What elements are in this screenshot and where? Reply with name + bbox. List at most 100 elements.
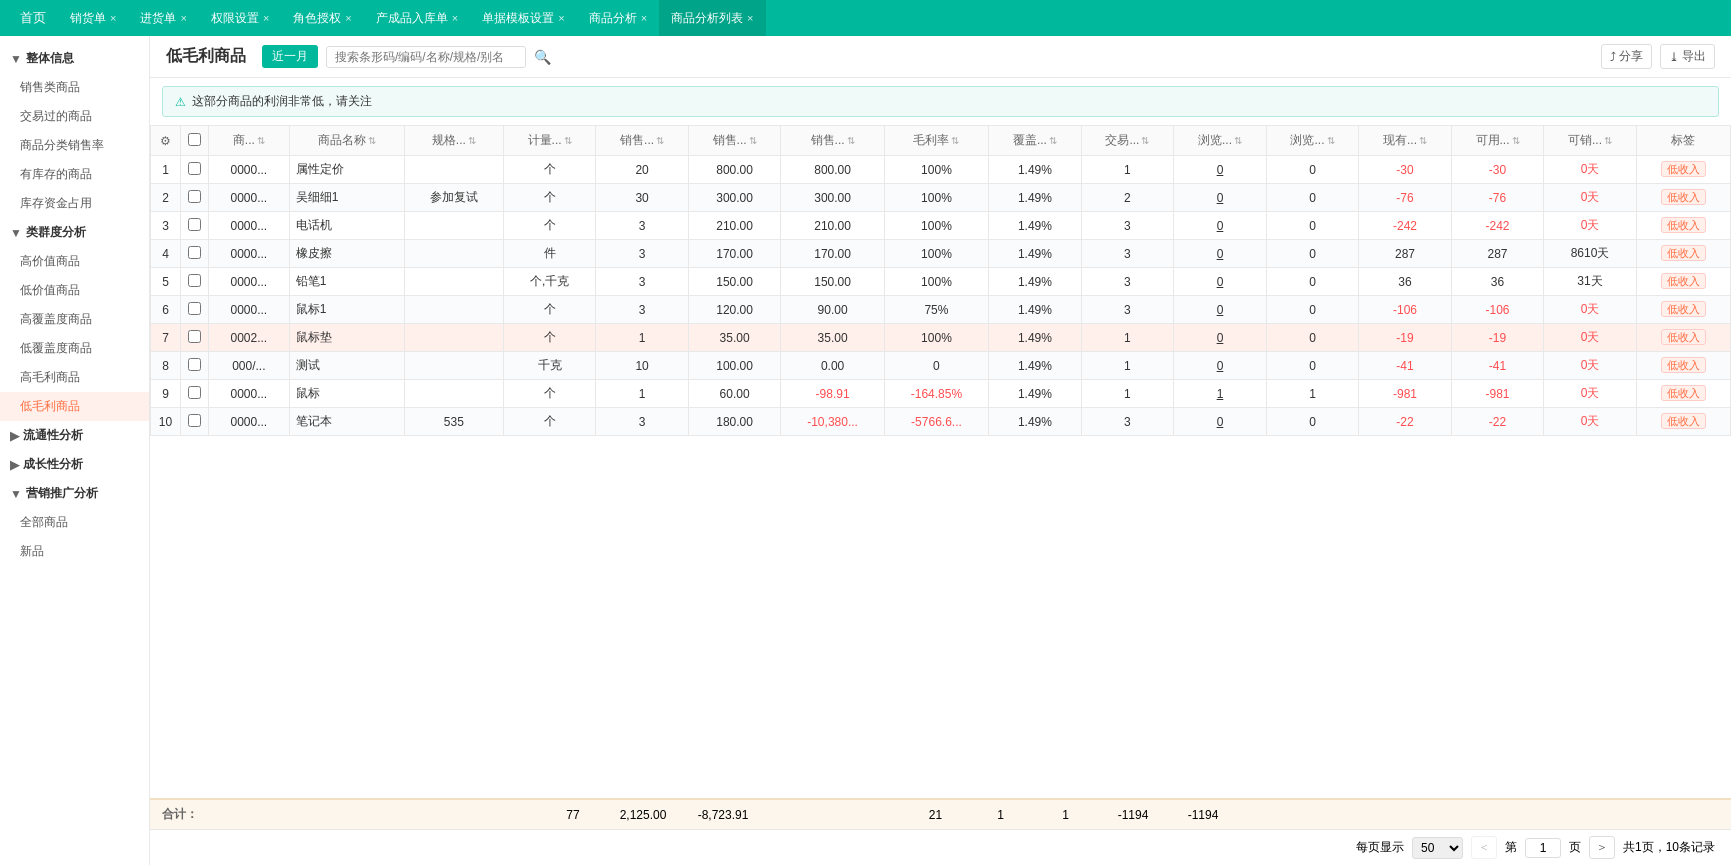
main-content: 低毛利商品 近一月 🔍 ⤴ 分享 ⤓ 导出 ⚠ 这部分商品的利润非常低，请关注: [150, 36, 1731, 865]
row-sales-price: 170.00: [688, 240, 781, 268]
search-icon-button[interactable]: 🔍: [534, 49, 551, 65]
nav-close-roles[interactable]: ×: [345, 12, 351, 24]
sidebar-item-low-coverage[interactable]: 低覆盖度商品: [0, 334, 149, 363]
row-transactions: 1: [1081, 324, 1174, 352]
nav-close-purchase[interactable]: ×: [180, 12, 186, 24]
row-checkbox[interactable]: [181, 408, 209, 436]
sidebar-item-all-goods[interactable]: 全部商品: [0, 508, 149, 537]
row-available-stock: 287: [1451, 240, 1544, 268]
sidebar-group-growth[interactable]: ▶ 成长性分析: [0, 450, 149, 479]
prev-page-button[interactable]: ＜: [1471, 836, 1497, 859]
row-views2: 0: [1266, 240, 1359, 268]
col-sellable-days[interactable]: 可销...⇅: [1544, 126, 1637, 156]
row-views1[interactable]: 0: [1174, 408, 1267, 436]
nav-sales[interactable]: 销货单 ×: [58, 0, 128, 36]
table-footer: 合计： 77 2,125.00 -8,723.91 21 1 1 -1194 -…: [150, 798, 1731, 829]
sidebar-item-high-coverage[interactable]: 高覆盖度商品: [0, 305, 149, 334]
col-gross-margin[interactable]: 毛利率⇅: [884, 126, 988, 156]
col-views1[interactable]: 浏览...⇅: [1174, 126, 1267, 156]
row-checkbox[interactable]: [181, 268, 209, 296]
row-views1[interactable]: 0: [1174, 184, 1267, 212]
share-button[interactable]: ⤴ 分享: [1601, 44, 1652, 69]
nav-template[interactable]: 单据模板设置 ×: [470, 0, 576, 36]
col-name[interactable]: 商品名称⇅: [289, 126, 404, 156]
nav-purchase[interactable]: 进货单 ×: [128, 0, 198, 36]
row-checkbox[interactable]: [181, 324, 209, 352]
nav-close-goods-analysis-list[interactable]: ×: [747, 12, 753, 24]
search-input[interactable]: [326, 46, 526, 68]
nav-close-product-inbound[interactable]: ×: [452, 12, 458, 24]
sidebar-item-high-value[interactable]: 高价值商品: [0, 247, 149, 276]
row-views1[interactable]: 0: [1174, 352, 1267, 380]
row-sales-qty: 3: [596, 408, 689, 436]
select-all-checkbox[interactable]: [188, 133, 201, 146]
col-code[interactable]: 商...⇅: [209, 126, 290, 156]
row-checkbox[interactable]: [181, 184, 209, 212]
col-spec[interactable]: 规格...⇅: [404, 126, 503, 156]
row-views1[interactable]: 1: [1174, 380, 1267, 408]
sidebar-group-cluster[interactable]: ▼ 类群度分析: [0, 218, 149, 247]
nav-permissions[interactable]: 权限设置 ×: [199, 0, 281, 36]
row-tag: 低收入: [1636, 324, 1730, 352]
col-checkbox[interactable]: [181, 126, 209, 156]
nav-close-template[interactable]: ×: [558, 12, 564, 24]
sidebar-item-low-value[interactable]: 低价值商品: [0, 276, 149, 305]
row-coverage: 1.49%: [989, 212, 1082, 240]
page-input[interactable]: [1525, 838, 1561, 858]
sidebar-item-high-margin[interactable]: 高毛利商品: [0, 363, 149, 392]
row-name: 铅笔1: [289, 268, 404, 296]
row-views1[interactable]: 0: [1174, 212, 1267, 240]
row-views1[interactable]: 0: [1174, 296, 1267, 324]
row-views1[interactable]: 0: [1174, 324, 1267, 352]
sidebar-group-marketing[interactable]: ▼ 营销推广分析: [0, 479, 149, 508]
row-views1[interactable]: 0: [1174, 240, 1267, 268]
col-unit[interactable]: 计量...⇅: [503, 126, 596, 156]
col-settings[interactable]: ⚙: [151, 126, 181, 156]
row-checkbox[interactable]: [181, 240, 209, 268]
col-transactions[interactable]: 交易...⇅: [1081, 126, 1174, 156]
settings-icon[interactable]: ⚙: [160, 134, 171, 148]
sidebar-item-traded-goods[interactable]: 交易过的商品: [0, 102, 149, 131]
nav-roles[interactable]: 角色授权 ×: [281, 0, 363, 36]
row-checkbox[interactable]: [181, 380, 209, 408]
export-button[interactable]: ⤓ 导出: [1660, 44, 1715, 69]
sidebar-item-category-rate[interactable]: 商品分类销售率: [0, 131, 149, 160]
col-available-stock[interactable]: 可用...⇅: [1451, 126, 1544, 156]
col-sales-qty[interactable]: 销售...⇅: [596, 126, 689, 156]
row-gross-margin: 100%: [884, 240, 988, 268]
sidebar-item-sales-goods[interactable]: 销售类商品: [0, 73, 149, 102]
sidebar-item-stocked-goods[interactable]: 有库存的商品: [0, 160, 149, 189]
nav-close-goods-analysis[interactable]: ×: [641, 12, 647, 24]
col-views2[interactable]: 浏览...⇅: [1266, 126, 1359, 156]
col-sales-profit[interactable]: 销售...⇅: [781, 126, 884, 156]
row-coverage: 1.49%: [989, 240, 1082, 268]
row-checkbox[interactable]: [181, 212, 209, 240]
nav-product-inbound[interactable]: 产成品入库单 ×: [364, 0, 470, 36]
sidebar-item-low-margin[interactable]: 低毛利商品: [0, 392, 149, 421]
col-tag[interactable]: 标签: [1636, 126, 1730, 156]
sidebar-item-inventory-fund[interactable]: 库存资金占用: [0, 189, 149, 218]
row-transactions: 3: [1081, 268, 1174, 296]
nav-goods-analysis-list[interactable]: 商品分析列表 ×: [659, 0, 765, 36]
col-coverage[interactable]: 覆盖...⇅: [989, 126, 1082, 156]
sidebar-item-new-goods[interactable]: 新品: [0, 537, 149, 566]
nav-close-permissions[interactable]: ×: [263, 12, 269, 24]
row-checkbox[interactable]: [181, 156, 209, 184]
sidebar-group-overall[interactable]: ▼ 整体信息: [0, 44, 149, 73]
col-sales-price[interactable]: 销售...⇅: [688, 126, 781, 156]
sidebar-group-flow[interactable]: ▶ 流通性分析: [0, 421, 149, 450]
nav-goods-analysis[interactable]: 商品分析 ×: [577, 0, 659, 36]
row-sales-profit: 90.00: [781, 296, 884, 324]
row-views1[interactable]: 0: [1174, 156, 1267, 184]
row-code: 0000...: [209, 212, 290, 240]
row-checkbox[interactable]: [181, 352, 209, 380]
row-views1[interactable]: 0: [1174, 268, 1267, 296]
nav-home[interactable]: 首页: [8, 0, 58, 36]
row-unit: 个: [503, 296, 596, 324]
col-current-stock[interactable]: 现有...⇅: [1359, 126, 1452, 156]
row-checkbox[interactable]: [181, 296, 209, 324]
nav-close-sales[interactable]: ×: [110, 12, 116, 24]
date-filter-button[interactable]: 近一月: [262, 45, 318, 68]
per-page-select[interactable]: 50 100 200: [1412, 837, 1463, 859]
next-page-button[interactable]: ＞: [1589, 836, 1615, 859]
